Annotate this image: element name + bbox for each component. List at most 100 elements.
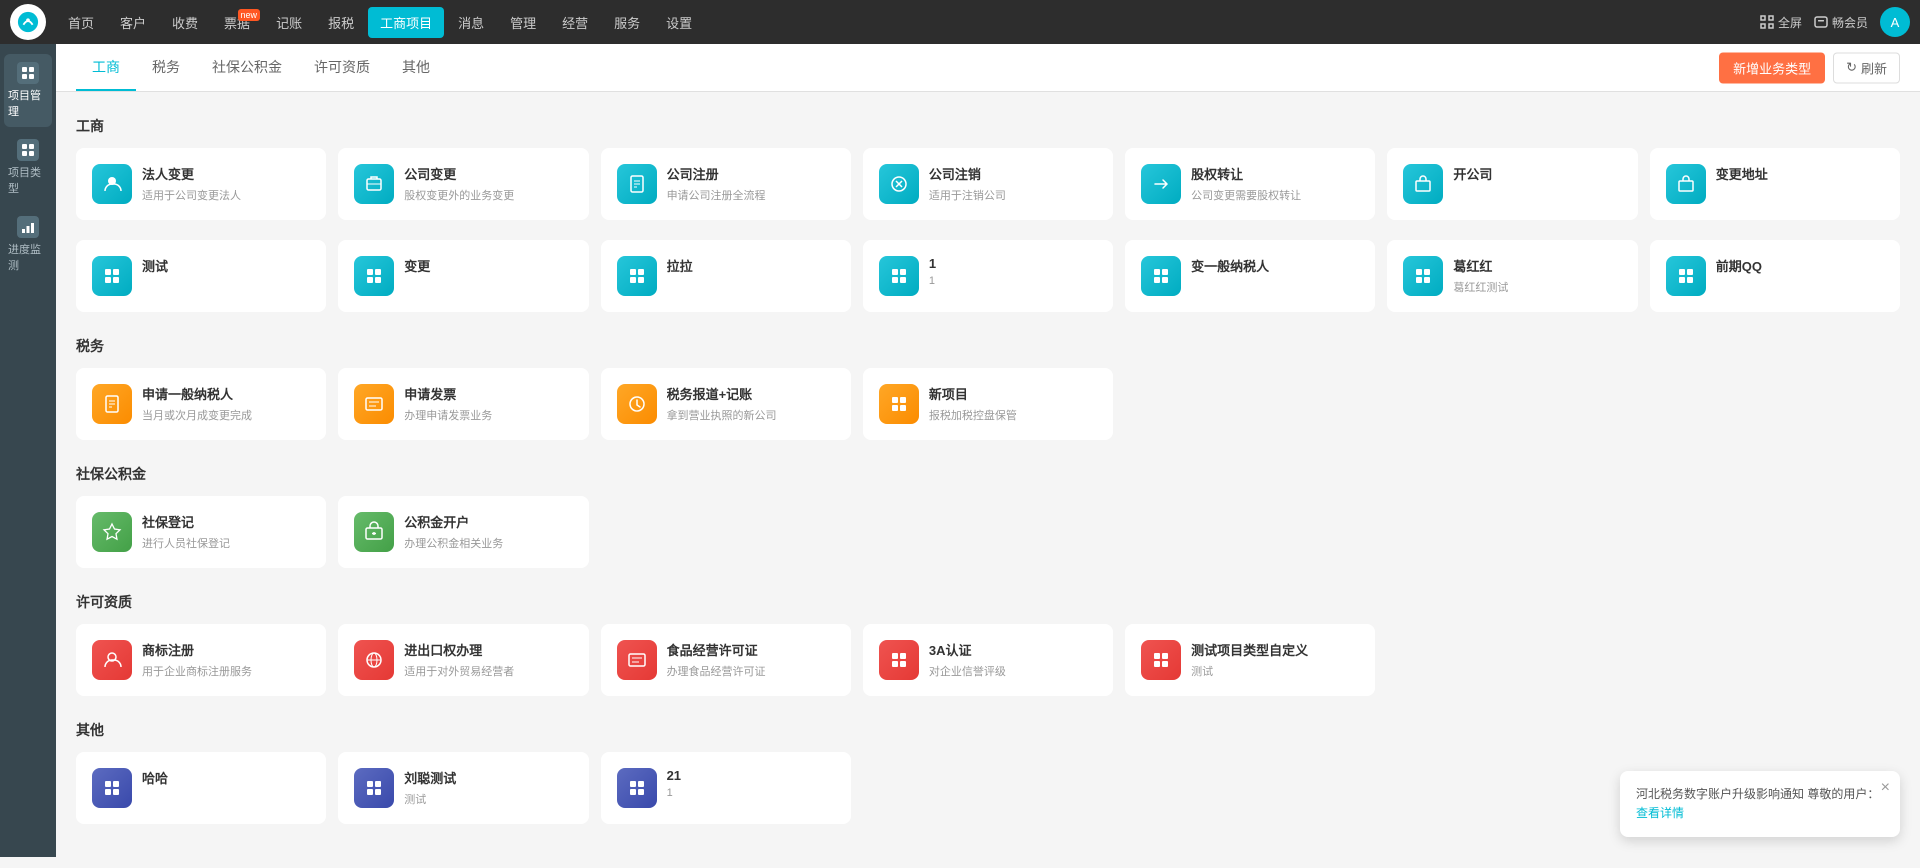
card-info-gs-zx: 公司注销 适用于注销公司: [929, 164, 1097, 203]
sidebar-label-project-manage: 项目管理: [8, 87, 48, 119]
logo[interactable]: [10, 4, 46, 40]
card-info-gs-bg: 公司变更 股权变更外的业务变更: [404, 164, 572, 203]
card-info-gq-zr: 股权转让 公司变更需要股权转让: [1191, 164, 1359, 203]
shuiwu-cards: 申请一般纳税人 当月或次月成变更完成 申请发票 办理申请发票业: [76, 368, 1900, 440]
nav-bookkeeping[interactable]: 记账: [264, 7, 314, 38]
top-navigation: 首页 客户 收费 票据 new 记账 报税 工商项目 消息 管理 经营 服务 设…: [0, 0, 1920, 44]
card-info-kg: 开公司: [1453, 164, 1621, 187]
nav-business[interactable]: 工商项目: [368, 7, 444, 38]
tab-qita[interactable]: 其他: [386, 45, 446, 91]
card-xin-xiangmu[interactable]: 新项目 报税加税控盘保管: [863, 368, 1113, 440]
card-21[interactable]: 21 1: [601, 752, 851, 824]
card-bian-yiban[interactable]: 变一般纳税人: [1125, 240, 1375, 312]
card-biangeng[interactable]: 变更: [338, 240, 588, 312]
card-name-jck: 进出口权办理: [404, 640, 572, 659]
nav-operation[interactable]: 经营: [550, 7, 600, 38]
card-icon-sqfp: [354, 384, 394, 424]
sidebar-item-progress[interactable]: 进度监测: [4, 208, 52, 281]
tabs-actions: 新增业务类型 ↻ 刷新: [1719, 52, 1900, 83]
card-one[interactable]: 1 1: [863, 240, 1113, 312]
card-qianqi-qq[interactable]: 前期QQ: [1650, 240, 1900, 312]
new-type-button[interactable]: 新增业务类型: [1719, 52, 1825, 83]
card-shenqing-yiban[interactable]: 申请一般纳税人 当月或次月成变更完成: [76, 368, 326, 440]
card-icon-qq: [1666, 256, 1706, 296]
user-avatar[interactable]: A: [1880, 7, 1910, 37]
nav-service[interactable]: 服务: [602, 7, 652, 38]
tabs-bar: 工商 税务 社保公积金 许可资质 其他 新增业务类型 ↻ 刷新: [56, 44, 1920, 92]
card-icon-xxm: [879, 384, 919, 424]
member-btn[interactable]: 畅会员: [1814, 14, 1868, 31]
project-manage-icon: [17, 62, 39, 84]
card-gongsi-zhuxiao[interactable]: 公司注销 适用于注销公司: [863, 148, 1113, 220]
card-info-sqyb: 申请一般纳税人 当月或次月成变更完成: [142, 384, 310, 423]
card-icon-gq-zr: [1141, 164, 1181, 204]
card-icon-ghh: [1403, 256, 1443, 296]
nav-client[interactable]: 客户: [108, 7, 158, 38]
card-icon-jck: [354, 640, 394, 680]
shebao-cards: 社保登记 进行人员社保登记 公积金开户: [76, 496, 1900, 568]
card-gongsi-biangeng[interactable]: 公司变更 股权变更外的业务变更: [338, 148, 588, 220]
card-info-21: 21 1: [667, 768, 835, 799]
card-kai-gongsi[interactable]: 开公司: [1387, 148, 1637, 220]
tab-shebao[interactable]: 社保公积金: [196, 45, 298, 91]
card-gongjijin-kaihu[interactable]: 公积金开户 办理公积金相关业务: [338, 496, 588, 568]
card-name-gs-zc: 公司注册: [667, 164, 835, 183]
section-xuke: 许可资质 商标注册 用于企业商标注册服务: [76, 592, 1900, 696]
card-icon-hh: [92, 768, 132, 808]
section-shebao: 社保公积金 社保登记 进行人员社保登记: [76, 464, 1900, 568]
card-desc-lccs: 测试: [404, 791, 572, 807]
notification-link[interactable]: 查看详情: [1636, 806, 1684, 820]
card-info-sbzc: 商标注册 用于企业商标注册服务: [142, 640, 310, 679]
card-name-lccs: 刘聪测试: [404, 768, 572, 787]
nav-message[interactable]: 消息: [446, 7, 496, 38]
card-name-sqyb: 申请一般纳税人: [142, 384, 310, 403]
card-name-gjkh: 公积金开户: [404, 512, 572, 531]
card-lala[interactable]: 拉拉: [601, 240, 851, 312]
card-gehonghong[interactable]: 葛红红 葛红红测试: [1387, 240, 1637, 312]
nav-ticket[interactable]: 票据 new: [212, 7, 262, 38]
notification-close-btn[interactable]: ×: [1881, 779, 1890, 797]
tab-shuiwu[interactable]: 税务: [136, 45, 196, 91]
card-gongsi-zhuce[interactable]: 公司注册 申请公司注册全流程: [601, 148, 851, 220]
card-liucong-ceshi[interactable]: 刘聪测试 测试: [338, 752, 588, 824]
card-biangeng-dizhi[interactable]: 变更地址: [1650, 148, 1900, 220]
sidebar-item-project-manage[interactable]: 项目管理: [4, 54, 52, 127]
tab-xuke[interactable]: 许可资质: [298, 45, 386, 91]
refresh-button[interactable]: ↻ 刷新: [1833, 52, 1900, 83]
nav-manage[interactable]: 管理: [498, 7, 548, 38]
card-shenqing-fapiao[interactable]: 申请发票 办理申请发票业务: [338, 368, 588, 440]
card-icon-sbdj: [92, 512, 132, 552]
card-name-gq-zr: 股权转让: [1191, 164, 1359, 183]
xuke-title: 许可资质: [76, 592, 1900, 612]
card-info-lccs: 刘聪测试 测试: [404, 768, 572, 807]
card-shangbiao-zhuce[interactable]: 商标注册 用于企业商标注册服务: [76, 624, 326, 696]
sidebar-item-project-type[interactable]: 项目类型: [4, 131, 52, 204]
nav-home[interactable]: 首页: [56, 7, 106, 38]
gongshang-cards-row1: 法人变更 适用于公司变更法人 公司变更 股权变更外的业务变更: [76, 148, 1900, 220]
card-ceshi-zidingyi[interactable]: 测试项目类型自定义 测试: [1125, 624, 1375, 696]
card-guquan-zhuanrang[interactable]: 股权转让 公司变更需要股权转让: [1125, 148, 1375, 220]
card-name-cs: 测试: [142, 256, 310, 275]
card-shebao-dengji[interactable]: 社保登记 进行人员社保登记: [76, 496, 326, 568]
card-faren-biangeng[interactable]: 法人变更 适用于公司变更法人: [76, 148, 326, 220]
card-icon-gs-bg: [354, 164, 394, 204]
card-shipin-xuke[interactable]: 食品经营许可证 办理食品经营许可证: [601, 624, 851, 696]
fullscreen-btn[interactable]: 全屏: [1760, 14, 1802, 31]
card-icon-21: [617, 768, 657, 808]
card-haha[interactable]: 哈哈: [76, 752, 326, 824]
card-ceshi[interactable]: 测试: [76, 240, 326, 312]
card-icon-cszdy: [1141, 640, 1181, 680]
card-info-byb: 变一般纳税人: [1191, 256, 1359, 279]
nav-tax[interactable]: 报税: [316, 7, 366, 38]
card-shuiwu-baodao[interactable]: 税务报道+记账 拿到营业执照的新公司: [601, 368, 851, 440]
nav-settings[interactable]: 设置: [654, 7, 704, 38]
card-desc-spxk: 办理食品经营许可证: [667, 663, 835, 679]
card-info-bg: 变更: [404, 256, 572, 279]
card-info-ghh: 葛红红 葛红红测试: [1453, 256, 1621, 295]
nav-fee[interactable]: 收费: [160, 7, 210, 38]
card-jinchukou[interactable]: 进出口权办理 适用于对外贸易经营者: [338, 624, 588, 696]
card-info-qq: 前期QQ: [1716, 256, 1884, 279]
tab-gongshang[interactable]: 工商: [76, 45, 136, 91]
card-info-cs: 测试: [142, 256, 310, 279]
card-3a-renzheng[interactable]: 3A认证 对企业信誉评级: [863, 624, 1113, 696]
